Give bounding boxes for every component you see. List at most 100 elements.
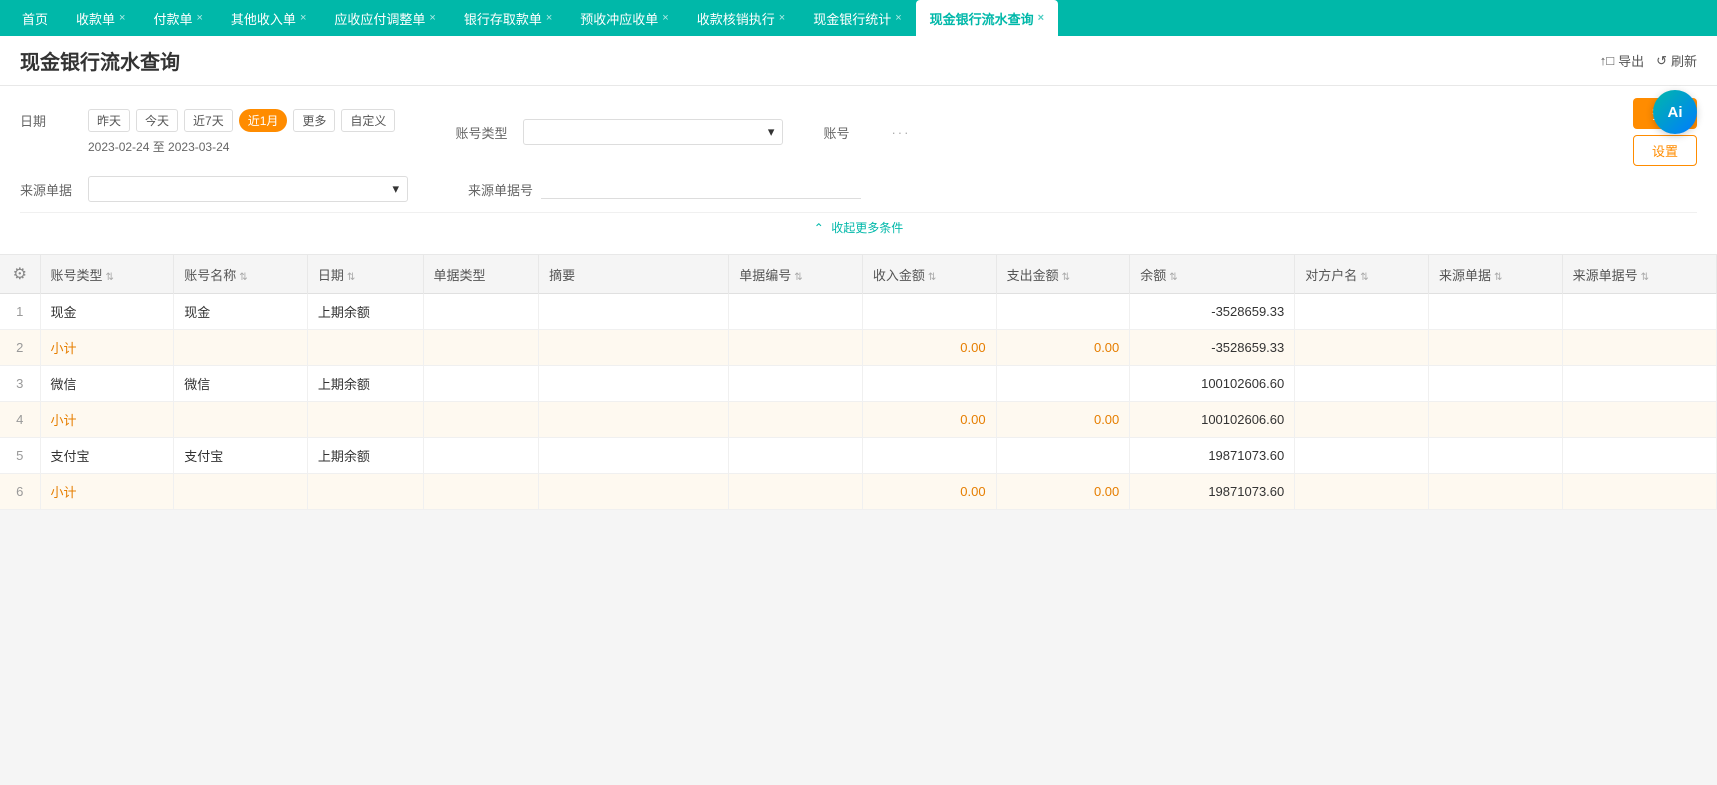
nav-close-liushui[interactable]: × (1038, 12, 1044, 24)
source-doc-num-label: 来源单据号 (468, 180, 533, 199)
cell-balance: -3528659.33 (1130, 294, 1295, 330)
cell-doc-type (423, 294, 539, 330)
cell-source-doc (1428, 330, 1562, 366)
table-header-row: ⚙ 账号类型⇅ 账号名称⇅ 日期⇅ 单据类型 摘要 单据编号⇅ 收入金额⇅ 支出… (0, 255, 1717, 294)
cell-num: 1 (0, 294, 40, 330)
cell-doc-type (423, 438, 539, 474)
date-btn-custom[interactable]: 自定义 (341, 109, 395, 132)
sort-icon-income[interactable]: ⇅ (928, 272, 936, 283)
cell-summary (539, 366, 729, 402)
date-btn-today[interactable]: 今天 (136, 109, 178, 132)
nav-close-fukuandan[interactable]: × (196, 12, 202, 24)
sort-icon-balance[interactable]: ⇅ (1169, 272, 1177, 283)
source-doc-select[interactable]: ▾ (88, 176, 408, 202)
col-account-name: 账号名称⇅ (174, 255, 308, 294)
cell-doc-no (729, 474, 863, 510)
col-gear[interactable]: ⚙ (0, 255, 40, 294)
cell-counterpart (1295, 402, 1429, 438)
cell-account-name (174, 474, 308, 510)
cell-source-doc (1428, 474, 1562, 510)
account-type-select[interactable]: ▾ (523, 119, 783, 145)
cell-counterpart (1295, 474, 1429, 510)
col-source-doc: 来源单据⇅ (1428, 255, 1562, 294)
nav-close-yingshou[interactable]: × (429, 12, 435, 24)
date-btn-more[interactable]: 更多 (293, 109, 335, 132)
main-table: ⚙ 账号类型⇅ 账号名称⇅ 日期⇅ 单据类型 摘要 单据编号⇅ 收入金额⇅ 支出… (0, 255, 1717, 510)
cell-source-doc-no (1562, 366, 1716, 402)
nav-tab-shoukuanhexiao[interactable]: 收款核销执行 × (683, 0, 799, 36)
date-btn-yesterday[interactable]: 昨天 (88, 109, 130, 132)
date-btn-7days[interactable]: 近7天 (184, 109, 233, 132)
sort-icon-account-name[interactable]: ⇅ (239, 272, 247, 283)
nav-tab-shoukuandan[interactable]: 收款单 × (62, 0, 139, 36)
nav-home[interactable]: 首页 (8, 0, 62, 36)
nav-close-yushou[interactable]: × (662, 12, 668, 24)
col-expense: 支出金额⇅ (996, 255, 1130, 294)
cell-balance: -3528659.33 (1130, 330, 1295, 366)
nav-tab-qita[interactable]: 其他收入单 × (217, 0, 320, 36)
nav-tab-liushui[interactable]: 现金银行流水查询 × (916, 0, 1058, 36)
export-button[interactable]: ↑□ 导出 (1600, 51, 1644, 70)
refresh-button[interactable]: ↺ 刷新 (1656, 51, 1697, 70)
date-label: 日期 (20, 111, 80, 130)
nav-close-shoukuandan[interactable]: × (119, 12, 125, 24)
cell-expense (996, 438, 1130, 474)
cell-expense: 0.00 (996, 474, 1130, 510)
table-row: 2 小计 0.00 0.00 -3528659.33 (0, 330, 1717, 366)
collapse-bar[interactable]: 收起更多条件 (20, 212, 1697, 242)
date-btn-1month[interactable]: 近1月 (239, 109, 288, 132)
cell-num: 2 (0, 330, 40, 366)
cell-expense: 0.00 (996, 402, 1130, 438)
chevron-down-icon: ▾ (768, 124, 775, 140)
col-account-type: 账号类型⇅ (40, 255, 174, 294)
cell-counterpart (1295, 366, 1429, 402)
cell-doc-no (729, 330, 863, 366)
date-options: 昨天 今天 近7天 近1月 更多 自定义 (88, 109, 395, 132)
sort-icon-doc-no[interactable]: ⇅ (794, 272, 802, 283)
nav-tab-xianjintongji[interactable]: 现金银行统计 × (799, 0, 915, 36)
account-type-label: 账号类型 (455, 123, 515, 142)
nav-close-qita[interactable]: × (300, 12, 306, 24)
col-counterpart: 对方户名⇅ (1295, 255, 1429, 294)
nav-tab-yushou[interactable]: 预收冲应收单 × (566, 0, 682, 36)
col-source-doc-no: 来源单据号⇅ (1562, 255, 1716, 294)
nav-tab-fukuandan[interactable]: 付款单 × (139, 0, 216, 36)
cell-doc-no (729, 438, 863, 474)
cell-date: 上期余额 (307, 366, 423, 402)
refresh-icon: ↺ (1656, 53, 1667, 69)
cell-date (307, 330, 423, 366)
sort-icon-account-type[interactable]: ⇅ (106, 272, 114, 283)
nav-close-shoukuanhexiao[interactable]: × (779, 12, 785, 24)
cell-doc-type (423, 330, 539, 366)
cell-account-type: 小计 (40, 474, 174, 510)
cell-summary (539, 438, 729, 474)
sort-icon-source-doc-no[interactable]: ⇅ (1641, 272, 1649, 283)
settings-button[interactable]: 设置 (1633, 135, 1697, 166)
top-navigation: 首页 收款单 × 付款单 × 其他收入单 × 应收应付调整单 × 银行存取款单 … (0, 0, 1717, 36)
cell-account-type: 小计 (40, 330, 174, 366)
ai-badge[interactable]: Ai (1653, 90, 1697, 134)
cell-expense (996, 366, 1130, 402)
sort-icon-date[interactable]: ⇅ (347, 272, 355, 283)
cell-doc-no (729, 366, 863, 402)
cell-num: 3 (0, 366, 40, 402)
cell-doc-type (423, 366, 539, 402)
cell-counterpart (1295, 330, 1429, 366)
sort-icon-source-doc[interactable]: ⇅ (1494, 272, 1502, 283)
account-dots[interactable]: ··· (891, 125, 910, 140)
sort-icon-expense[interactable]: ⇅ (1062, 272, 1070, 283)
nav-close-yinhang[interactable]: × (546, 12, 552, 24)
cell-summary (539, 474, 729, 510)
cell-account-type: 支付宝 (40, 438, 174, 474)
source-doc-num-input[interactable] (541, 179, 861, 199)
filter-row-date: 日期 昨天 今天 近7天 近1月 更多 自定义 2023-02-24 至 202… (20, 98, 1697, 166)
nav-close-xianjintongji[interactable]: × (895, 12, 901, 24)
nav-tab-yingshou[interactable]: 应收应付调整单 × (320, 0, 449, 36)
cell-expense: 0.00 (996, 330, 1130, 366)
nav-tab-yinhang[interactable]: 银行存取款单 × (450, 0, 566, 36)
cell-account-name (174, 330, 308, 366)
sort-icon-counterpart[interactable]: ⇅ (1360, 272, 1368, 283)
cell-doc-type (423, 474, 539, 510)
cell-counterpart (1295, 438, 1429, 474)
gear-settings-icon[interactable]: ⚙ (13, 266, 27, 283)
